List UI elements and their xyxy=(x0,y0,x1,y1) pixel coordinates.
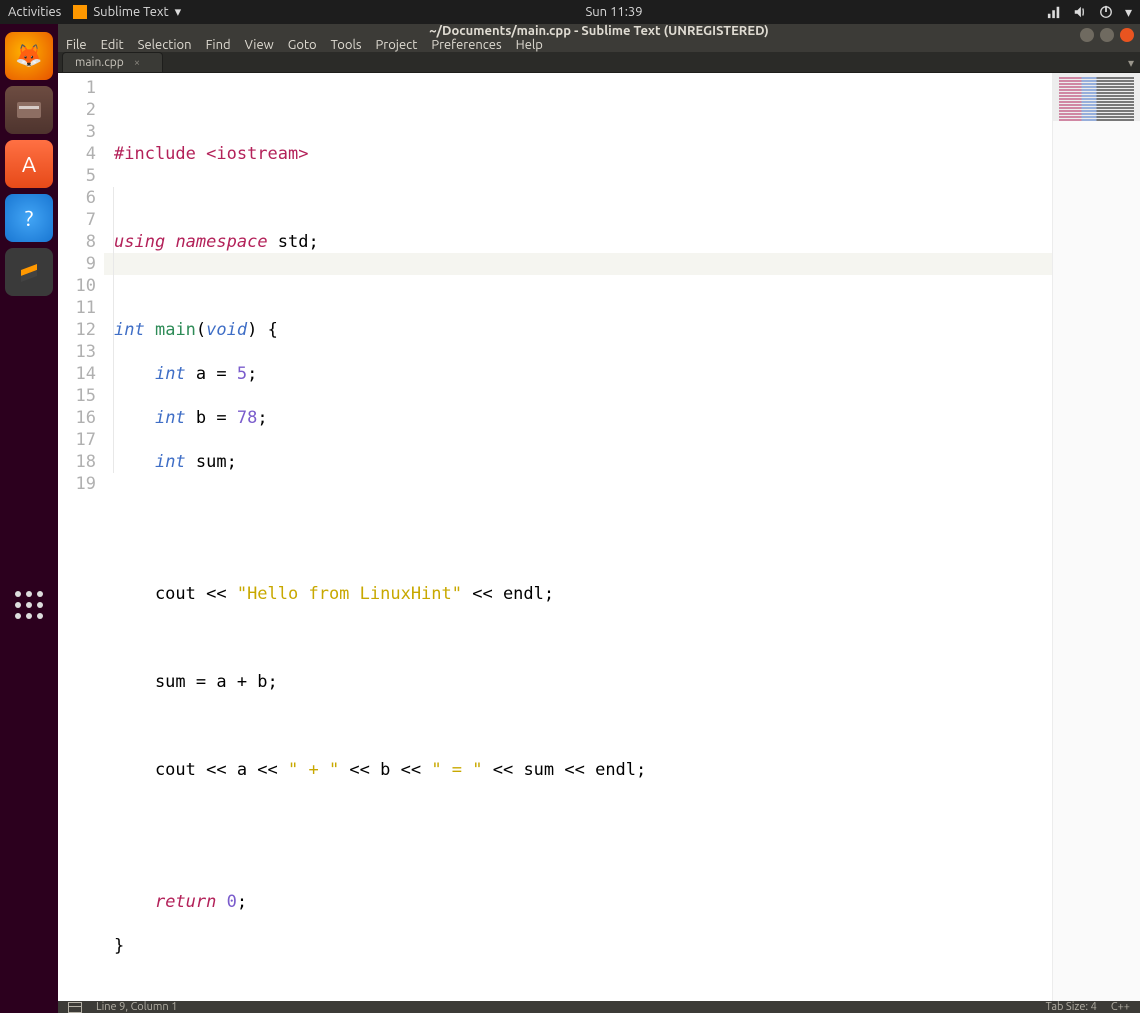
tab-close-icon[interactable]: × xyxy=(134,57,140,69)
menu-selection[interactable]: Selection xyxy=(138,38,192,52)
activities-button[interactable]: Activities xyxy=(8,5,61,19)
tabbar: main.cpp × ▾ xyxy=(58,52,1140,72)
app-indicator[interactable]: Sublime Text ▾ xyxy=(73,5,181,20)
sublime-icon xyxy=(73,5,87,19)
tab-dropdown-icon[interactable]: ▾ xyxy=(1128,56,1134,70)
clock[interactable]: Sun 11:39 xyxy=(181,5,1047,19)
launcher-files[interactable] xyxy=(5,86,53,134)
minimize-button[interactable] xyxy=(1080,28,1094,42)
menubar: File Edit Selection Find View Goto Tools… xyxy=(58,38,1140,52)
window-title: ~/Documents/main.cpp - Sublime Text (UNR… xyxy=(429,24,769,38)
menu-tools[interactable]: Tools xyxy=(331,38,362,52)
tab-size[interactable]: Tab Size: 4 xyxy=(1046,1001,1097,1013)
menu-find[interactable]: Find xyxy=(206,38,231,52)
menu-file[interactable]: File xyxy=(66,38,87,52)
window-titlebar[interactable]: ~/Documents/main.cpp - Sublime Text (UNR… xyxy=(58,24,1140,38)
launcher-help[interactable]: ? xyxy=(5,194,53,242)
gutter: 12345678910111213141516171819 xyxy=(58,73,104,1001)
menu-preferences[interactable]: Preferences xyxy=(431,38,501,52)
syntax-indicator[interactable]: C++ xyxy=(1111,1001,1130,1013)
network-icon xyxy=(1047,5,1061,19)
show-applications[interactable] xyxy=(5,581,53,629)
app-indicator-label: Sublime Text xyxy=(93,5,168,19)
menu-project[interactable]: Project xyxy=(376,38,418,52)
panel-switcher-icon[interactable] xyxy=(68,1002,82,1013)
launcher-firefox[interactable]: 🦊 xyxy=(5,32,53,80)
minimap-content xyxy=(1053,73,1140,126)
launcher-sublime[interactable] xyxy=(5,248,53,296)
volume-icon xyxy=(1073,5,1087,19)
system-tray[interactable]: ▾ xyxy=(1047,4,1132,21)
close-button[interactable] xyxy=(1120,28,1134,42)
tab-main-cpp[interactable]: main.cpp × xyxy=(62,52,163,72)
menu-view[interactable]: View xyxy=(245,38,274,52)
gnome-topbar: Activities Sublime Text ▾ Sun 11:39 ▾ xyxy=(0,0,1140,24)
code-area[interactable]: #include <iostream> using namespace std;… xyxy=(104,73,1052,1001)
power-icon xyxy=(1099,5,1113,19)
menu-goto[interactable]: Goto xyxy=(288,38,317,52)
tab-label: main.cpp xyxy=(75,56,124,69)
current-line-highlight xyxy=(104,253,1052,275)
minimap[interactable] xyxy=(1052,73,1140,1001)
ubuntu-launcher: 🦊 A ? xyxy=(0,24,58,644)
chevron-down-icon: ▾ xyxy=(1125,4,1132,21)
cursor-position[interactable]: Line 9, Column 1 xyxy=(96,1001,177,1013)
statusbar: Line 9, Column 1 Tab Size: 4 C++ xyxy=(58,1001,1140,1013)
menu-help[interactable]: Help xyxy=(516,38,543,52)
maximize-button[interactable] xyxy=(1100,28,1114,42)
menu-edit[interactable]: Edit xyxy=(101,38,124,52)
launcher-software[interactable]: A xyxy=(5,140,53,188)
sublime-window: ~/Documents/main.cpp - Sublime Text (UNR… xyxy=(58,24,1140,644)
editor[interactable]: 12345678910111213141516171819 #include <… xyxy=(58,72,1140,1001)
